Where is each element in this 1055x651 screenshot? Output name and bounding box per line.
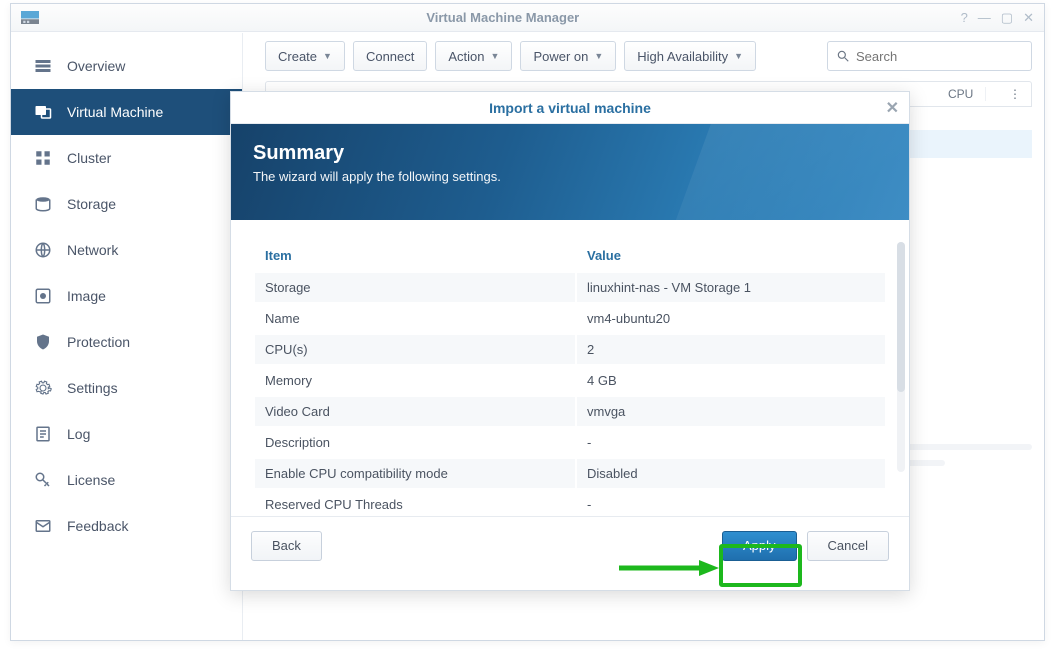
high-availability-button[interactable]: High Availability▼	[624, 41, 756, 71]
storage-icon	[33, 194, 53, 214]
sidebar-item-settings[interactable]: Settings	[11, 365, 242, 411]
sidebar-item-label: Network	[67, 242, 118, 258]
key-icon	[33, 470, 53, 490]
sidebar-item-label: Storage	[67, 196, 116, 212]
sidebar-item-label: Feedback	[67, 518, 128, 534]
chevron-down-icon: ▼	[323, 51, 332, 61]
sidebar-item-license[interactable]: License	[11, 457, 242, 503]
scroll-thumb[interactable]	[897, 242, 905, 392]
modal-titlebar: Import a virtual machine ✕	[231, 92, 909, 124]
shield-icon	[33, 332, 53, 352]
create-button[interactable]: Create▼	[265, 41, 345, 71]
sidebar-item-overview[interactable]: Overview	[11, 43, 242, 89]
banner-heading: Summary	[253, 142, 887, 165]
column-cpu[interactable]: CPU	[936, 87, 986, 101]
sidebar-item-log[interactable]: Log	[11, 411, 242, 457]
search-icon	[836, 49, 850, 63]
table-row: Enable CPU compatibility modeDisabled	[255, 459, 885, 488]
sidebar-item-protection[interactable]: Protection	[11, 319, 242, 365]
titlebar: Virtual Machine Manager ? — ▢ ✕	[11, 4, 1044, 32]
modal-banner: Summary The wizard will apply the follow…	[231, 124, 909, 220]
log-icon	[33, 424, 53, 444]
sidebar-item-label: Protection	[67, 334, 130, 350]
table-row: CPU(s)2	[255, 335, 885, 364]
close-window-icon[interactable]: ✕	[1023, 10, 1034, 26]
th-item: Item	[255, 240, 575, 271]
sidebar-item-feedback[interactable]: Feedback	[11, 503, 242, 549]
table-row: Storagelinuxhint-nas - VM Storage 1	[255, 273, 885, 302]
banner-subtext: The wizard will apply the following sett…	[253, 169, 887, 184]
cancel-button[interactable]: Cancel	[807, 531, 889, 561]
network-icon	[33, 240, 53, 260]
chevron-down-icon: ▼	[491, 51, 500, 61]
minimize-icon[interactable]: —	[978, 10, 991, 26]
mail-icon	[33, 516, 53, 536]
modal-body: ItemValue Storagelinuxhint-nas - VM Stor…	[231, 220, 909, 516]
chevron-down-icon: ▼	[734, 51, 743, 61]
search-input[interactable]	[856, 49, 1023, 64]
th-value: Value	[577, 240, 885, 271]
overview-icon	[33, 56, 53, 76]
table-row: Description-	[255, 428, 885, 457]
sidebar-item-image[interactable]: Image	[11, 273, 242, 319]
maximize-icon[interactable]: ▢	[1001, 10, 1013, 26]
sidebar-item-label: Cluster	[67, 150, 111, 166]
sidebar-item-label: License	[67, 472, 115, 488]
sidebar-item-storage[interactable]: Storage	[11, 181, 242, 227]
connect-button[interactable]: Connect	[353, 41, 427, 71]
sidebar-item-label: Log	[67, 426, 90, 442]
apply-button[interactable]: Apply	[722, 531, 797, 561]
table-row: Memory4 GB	[255, 366, 885, 395]
sidebar-item-virtual-machine[interactable]: Virtual Machine	[11, 89, 242, 135]
help-icon[interactable]: ?	[961, 10, 968, 26]
gear-icon	[33, 378, 53, 398]
image-icon	[33, 286, 53, 306]
vm-icon	[33, 102, 53, 122]
power-on-button[interactable]: Power on▼	[520, 41, 616, 71]
sidebar-item-label: Overview	[67, 58, 125, 74]
sidebar-item-label: Image	[67, 288, 106, 304]
scrollbar[interactable]	[897, 242, 905, 472]
app-icon	[21, 11, 39, 25]
close-icon[interactable]: ✕	[886, 98, 899, 118]
toolbar: Create▼ Connect Action▼ Power on▼ High A…	[265, 38, 1032, 74]
summary-table: ItemValue Storagelinuxhint-nas - VM Stor…	[253, 238, 887, 516]
window-controls: ? — ▢ ✕	[961, 10, 1034, 26]
sidebar-item-label: Settings	[67, 380, 118, 396]
modal-footer: Back Apply Cancel	[231, 516, 909, 574]
sidebar-item-network[interactable]: Network	[11, 227, 242, 273]
back-button[interactable]: Back	[251, 531, 322, 561]
sidebar-item-cluster[interactable]: Cluster	[11, 135, 242, 181]
column-settings-icon[interactable]: ⋮	[999, 87, 1031, 101]
import-vm-modal: Import a virtual machine ✕ Summary The w…	[230, 91, 910, 591]
action-button[interactable]: Action▼	[435, 41, 512, 71]
chevron-down-icon: ▼	[594, 51, 603, 61]
modal-title: Import a virtual machine	[489, 100, 651, 116]
window-title: Virtual Machine Manager	[45, 10, 961, 25]
table-row: Reserved CPU Threads-	[255, 490, 885, 516]
sidebar: Overview Virtual Machine Cluster Storage…	[11, 33, 243, 640]
table-row: Video Cardvmvga	[255, 397, 885, 426]
cluster-icon	[33, 148, 53, 168]
search-box[interactable]	[827, 41, 1032, 71]
table-row: Namevm4-ubuntu20	[255, 304, 885, 333]
sidebar-item-label: Virtual Machine	[67, 104, 163, 120]
